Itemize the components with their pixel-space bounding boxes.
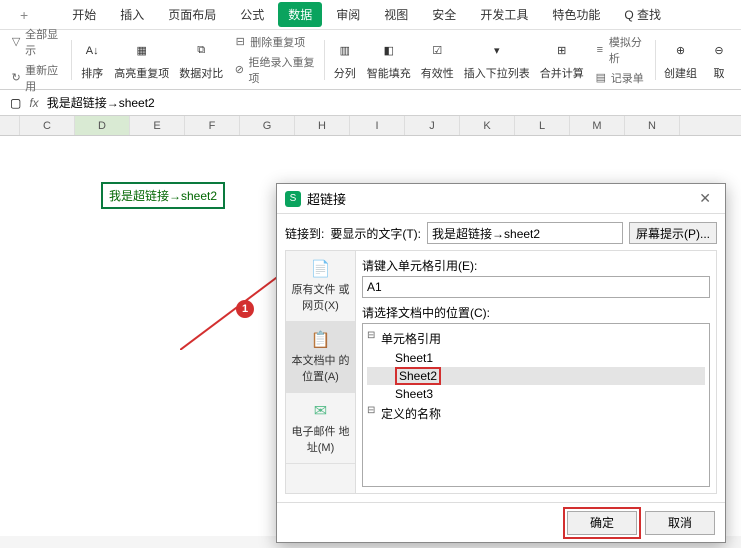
split-button[interactable]: ▥分列 — [329, 39, 361, 81]
add-tab-button[interactable]: + — [10, 3, 38, 27]
col-h[interactable]: H — [295, 116, 350, 135]
menu-data[interactable]: 数据 — [278, 2, 322, 27]
file-icon: 📄 — [290, 259, 351, 279]
reject-icon: ⊘ — [233, 63, 245, 77]
display-text-input[interactable] — [427, 222, 623, 244]
ok-button[interactable]: 确定 — [567, 511, 637, 535]
display-label: 要显示的文字(T): — [330, 225, 421, 242]
column-headers: C D E F G H I J K L M N — [0, 116, 741, 136]
menu-bar: + 开始 插入 页面布局 公式 数据 审阅 视图 安全 开发工具 特色功能 Q … — [0, 0, 741, 30]
menu-search[interactable]: Q 查找 — [614, 2, 671, 27]
side-email[interactable]: ✉电子邮件 地址(M) — [286, 393, 355, 464]
sort-icon: A↓ — [80, 39, 104, 63]
col-i[interactable]: I — [350, 116, 405, 135]
col-g[interactable]: G — [240, 116, 295, 135]
doc-location-icon: 📋 — [290, 330, 351, 350]
whatif[interactable]: ≡模拟分析 — [590, 33, 651, 67]
menu-home[interactable]: 开始 — [62, 2, 106, 27]
dialog-titlebar: S 超链接 ✕ — [277, 184, 725, 214]
email-icon: ✉ — [290, 401, 351, 421]
hyperlink-cell[interactable]: 我是超链接→sheet2 — [101, 182, 225, 209]
menu-insert[interactable]: 插入 — [110, 2, 154, 27]
sort-button[interactable]: A↓排序 — [76, 39, 108, 81]
fx-label[interactable]: fx — [29, 96, 38, 110]
remove-dup[interactable]: ⊟删除重复项 — [229, 33, 320, 51]
menu-layout[interactable]: 页面布局 — [158, 2, 226, 27]
consolidate-button[interactable]: ⊞合并计算 — [536, 39, 588, 81]
tree-names-node[interactable]: 定义的名称 — [367, 403, 705, 424]
record[interactable]: ▤记录单 — [590, 69, 651, 87]
sim-group: ≡模拟分析 ▤记录单 — [590, 33, 651, 87]
compare-icon: ⧉ — [189, 39, 213, 63]
col-c[interactable]: C — [20, 116, 75, 135]
tree-label: 请选择文档中的位置(C): — [362, 304, 710, 321]
reapply[interactable]: ↻重新应用 — [6, 61, 67, 95]
col-f[interactable]: F — [185, 116, 240, 135]
validate-icon: ☑ — [425, 39, 449, 63]
formula-input[interactable]: 我是超链接→sheet2 — [47, 94, 731, 111]
screentip-button[interactable]: 屏幕提示(P)... — [629, 222, 717, 244]
compare-button[interactable]: ⧉数据对比 — [175, 39, 227, 81]
dropdown-icon: ▾ — [485, 39, 509, 63]
menu-dev[interactable]: 开发工具 — [470, 2, 538, 27]
menu-view[interactable]: 视图 — [374, 2, 418, 27]
tree-cellref-node[interactable]: 单元格引用 — [367, 328, 705, 349]
col-m[interactable]: M — [570, 116, 625, 135]
cellref-label: 请键入单元格引用(E): — [362, 257, 710, 274]
group-icon: ⊕ — [669, 39, 693, 63]
side-existing-file[interactable]: 📄原有文件 或网页(X) — [286, 251, 355, 322]
callout-1: 1 — [236, 300, 254, 318]
col-d[interactable]: D — [75, 116, 130, 135]
validate-button[interactable]: ☑有效性 — [417, 39, 458, 81]
ungroup-button[interactable]: ⊖取 — [703, 39, 735, 81]
show-all[interactable]: ▽全部显示 — [6, 25, 67, 59]
close-button[interactable]: ✕ — [693, 190, 717, 207]
dialog-footer: 确定 取消 — [277, 502, 725, 542]
record-icon: ▤ — [594, 71, 608, 85]
sim-icon: ≡ — [594, 43, 606, 57]
side-this-doc[interactable]: 📋本文档中 的位置(A) — [286, 322, 355, 393]
remove-dup-icon: ⊟ — [233, 35, 247, 49]
group-button[interactable]: ⊕创建组 — [660, 39, 701, 81]
funnel-icon: ▽ — [10, 35, 22, 49]
col-n[interactable]: N — [625, 116, 680, 135]
cellref-input[interactable] — [362, 276, 710, 298]
dialog-title: 超链接 — [307, 189, 346, 208]
tree-sheet1[interactable]: Sheet1 — [367, 349, 705, 367]
menu-review[interactable]: 审阅 — [326, 2, 370, 27]
ungroup-icon: ⊖ — [707, 39, 731, 63]
tree-sheet3[interactable]: Sheet3 — [367, 385, 705, 403]
cancel-button[interactable]: 取消 — [645, 511, 715, 535]
highlight-dup-button[interactable]: ▦高亮重复项 — [110, 39, 173, 81]
menu-formula[interactable]: 公式 — [230, 2, 274, 27]
menu-special[interactable]: 特色功能 — [542, 2, 610, 27]
col-k[interactable]: K — [460, 116, 515, 135]
smartfill-button[interactable]: ◧智能填充 — [363, 39, 415, 81]
menu-security[interactable]: 安全 — [422, 2, 466, 27]
display-text-row: 链接到: 要显示的文字(T): 屏幕提示(P)... — [285, 222, 717, 244]
col-l[interactable]: L — [515, 116, 570, 135]
link-type-sidebar: 📄原有文件 或网页(X) 📋本文档中 的位置(A) ✉电子邮件 地址(M) — [286, 251, 356, 493]
reject-dup[interactable]: ⊘拒绝录入重复项 — [229, 53, 320, 87]
refresh-icon: ↻ — [10, 71, 22, 85]
merge-icon: ⊞ — [550, 39, 574, 63]
formula-bar: ▢ fx 我是超链接→sheet2 — [0, 90, 741, 116]
split-icon: ▥ — [333, 39, 357, 63]
link-to-label: 链接到: — [285, 225, 324, 242]
location-tree[interactable]: 单元格引用 Sheet1 Sheet2 Sheet3 定义的名称 — [362, 323, 710, 487]
corner-cell[interactable] — [0, 116, 20, 135]
highlight-icon: ▦ — [130, 39, 154, 63]
ribbon: ▽全部显示 ↻重新应用 A↓排序 ▦高亮重复项 ⧉数据对比 ⊟删除重复项 ⊘拒绝… — [0, 30, 741, 90]
dropdown-button[interactable]: ▾插入下拉列表 — [460, 39, 534, 81]
smartfill-icon: ◧ — [377, 39, 401, 63]
hyperlink-dialog: S 超链接 ✕ 链接到: 要显示的文字(T): 屏幕提示(P)... 📄原有文件… — [276, 183, 726, 543]
dialog-icon: S — [285, 191, 301, 207]
filter-group: ▽全部显示 ↻重新应用 — [6, 25, 67, 95]
tree-sheet2[interactable]: Sheet2 — [367, 367, 705, 385]
name-box-icon[interactable]: ▢ — [10, 96, 21, 110]
col-j[interactable]: J — [405, 116, 460, 135]
dedup-group: ⊟删除重复项 ⊘拒绝录入重复项 — [229, 33, 320, 87]
col-e[interactable]: E — [130, 116, 185, 135]
